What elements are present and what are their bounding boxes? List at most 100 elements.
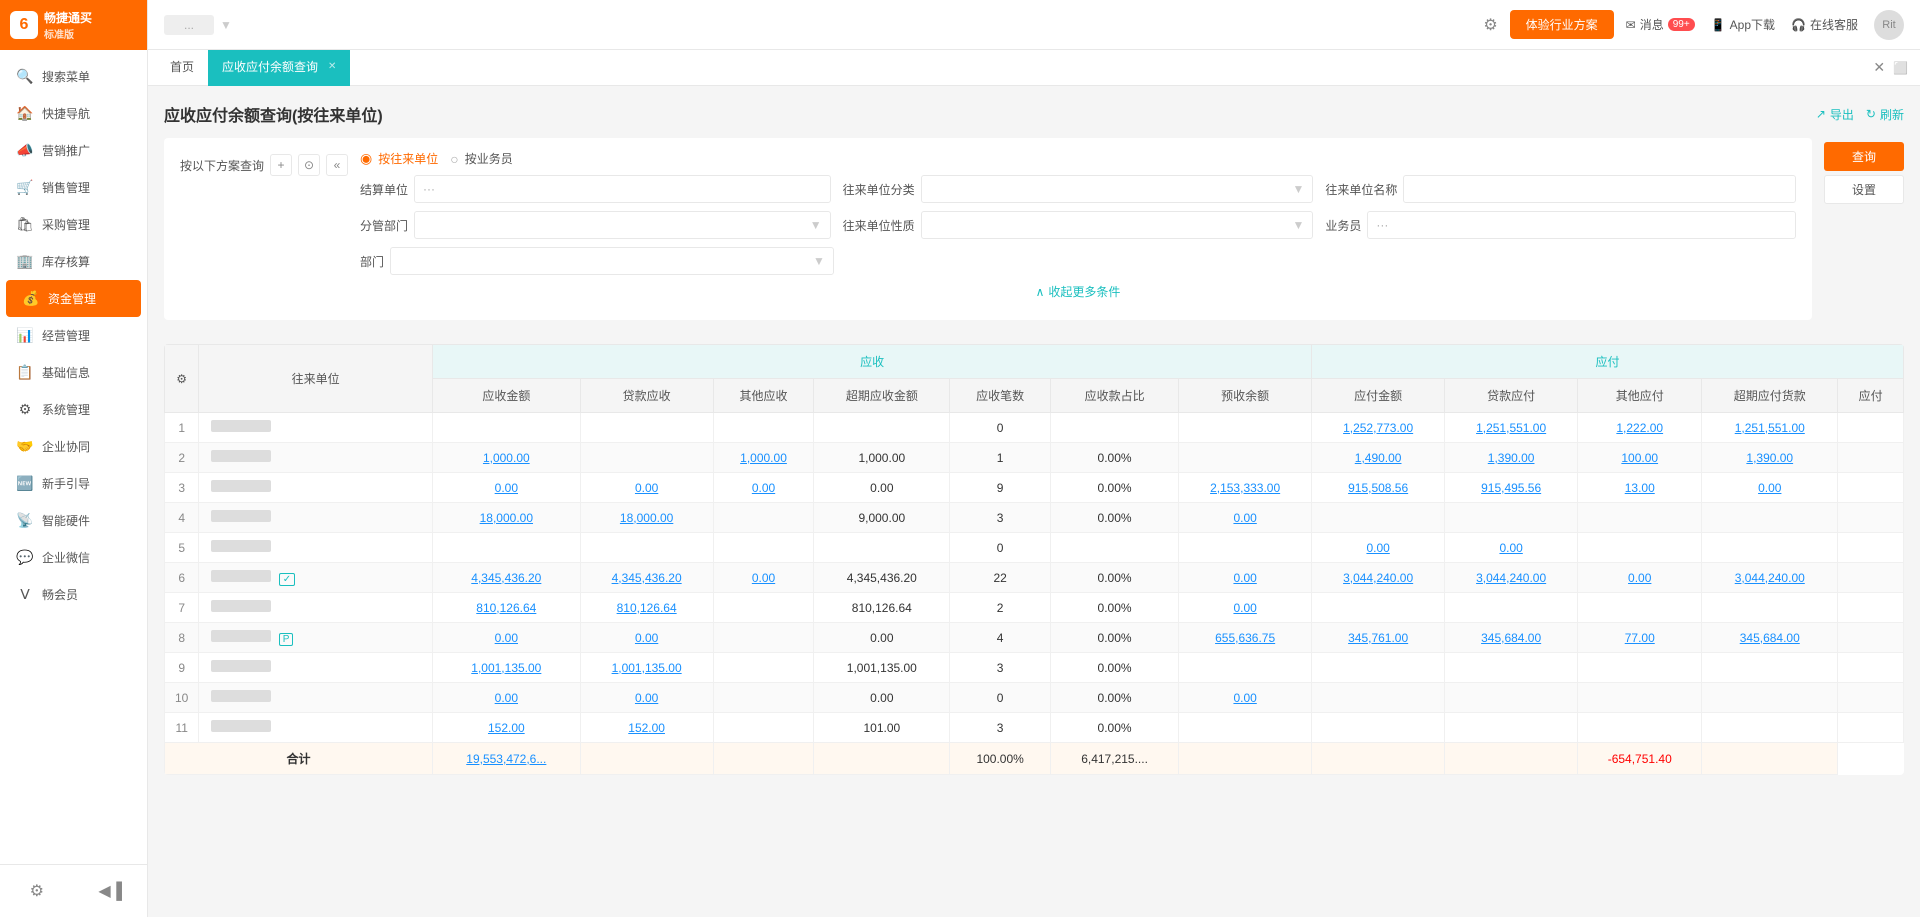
partner-category-input[interactable]: ▼ xyxy=(921,175,1314,203)
th-pay-amount[interactable]: 应付金额 xyxy=(1312,379,1445,413)
filter-option-partner[interactable]: ◉ 按往来单位 xyxy=(360,150,438,167)
rec-amount[interactable]: 4,345,436.20 xyxy=(433,563,581,593)
sidebar-item-inventory[interactable]: 🏢 库存核算 xyxy=(0,243,147,280)
pay-other[interactable]: 13.00 xyxy=(1578,473,1702,503)
rec-loan[interactable]: 1,001,135.00 xyxy=(580,653,713,683)
pay-overdue[interactable]: 3,044,240.00 xyxy=(1702,563,1838,593)
pre-balance[interactable]: 2,153,333.00 xyxy=(1179,473,1312,503)
tab-home[interactable]: 首页 xyxy=(156,50,208,86)
pre-balance[interactable]: 0.00 xyxy=(1179,503,1312,533)
pay-amount[interactable]: 1,252,773.00 xyxy=(1312,413,1445,443)
rec-amount[interactable]: 18,000.00 xyxy=(433,503,581,533)
pre-balance[interactable]: 0.00 xyxy=(1179,563,1312,593)
partner-name-input[interactable] xyxy=(1403,175,1796,203)
salesman-input[interactable]: ··· xyxy=(1367,211,1796,239)
pay-other[interactable]: 77.00 xyxy=(1578,623,1702,653)
th-rec-overdue[interactable]: 超期应收金额 xyxy=(814,379,950,413)
tab-receivables-payables[interactable]: 应收应付余额查询 ✕ xyxy=(208,50,350,86)
collapse-more-btn[interactable]: ∧ 收起更多条件 xyxy=(360,283,1796,300)
rec-loan[interactable]: 0.00 xyxy=(580,683,713,713)
th-pay-other[interactable]: 其他应付 xyxy=(1578,379,1702,413)
sidebar-settings-btn[interactable]: ⚙ xyxy=(19,873,55,909)
online-service-btn[interactable]: 🎧 在线客服 xyxy=(1791,16,1858,33)
pay-loan[interactable]: 3,044,240.00 xyxy=(1445,563,1578,593)
pay-amount[interactable]: 3,044,240.00 xyxy=(1312,563,1445,593)
rec-other[interactable]: 0.00 xyxy=(713,563,814,593)
th-rec-loan[interactable]: 贷款应收 xyxy=(580,379,713,413)
pre-balance[interactable]: 0.00 xyxy=(1179,683,1312,713)
query-btn[interactable]: 查询 xyxy=(1824,142,1904,171)
filter-option-salesman[interactable]: ○ 按业务员 xyxy=(450,150,512,167)
pay-overdue[interactable]: 1,251,551.00 xyxy=(1702,413,1838,443)
pay-loan[interactable]: 915,495.56 xyxy=(1445,473,1578,503)
sidebar-item-finance[interactable]: 💰 资金管理 xyxy=(6,280,141,317)
export-btn[interactable]: ↗ 导出 xyxy=(1816,106,1854,123)
th-pre-balance[interactable]: 预收余额 xyxy=(1179,379,1312,413)
th-pay-loan[interactable]: 贷款应付 xyxy=(1445,379,1578,413)
app-download-btn[interactable]: 📱 App下载 xyxy=(1711,16,1775,33)
filter-add-btn[interactable]: + xyxy=(270,154,292,176)
dept-input[interactable]: ▼ xyxy=(414,211,831,239)
messages-btn[interactable]: ✉ 消息 99+ xyxy=(1626,16,1695,33)
department-input[interactable]: ▼ xyxy=(390,247,834,275)
sidebar-item-guide[interactable]: 🆕 新手引导 xyxy=(0,465,147,502)
window-expand-btn[interactable]: ⬜ xyxy=(1893,61,1908,75)
rec-amount[interactable]: 1,001,135.00 xyxy=(433,653,581,683)
rec-loan[interactable]: 0.00 xyxy=(580,623,713,653)
filter-collapse-btn[interactable]: « xyxy=(326,154,348,176)
sidebar-item-member[interactable]: Ⅴ 畅会员 xyxy=(0,576,147,613)
pre-balance[interactable]: 0.00 xyxy=(1179,593,1312,623)
rec-amount[interactable]: 0.00 xyxy=(433,473,581,503)
sidebar-item-system[interactable]: ⚙ 系统管理 xyxy=(0,391,147,428)
rec-loan[interactable]: 152.00 xyxy=(580,713,713,743)
window-close-btn[interactable]: ✕ xyxy=(1873,59,1885,76)
rec-other[interactable]: 0.00 xyxy=(713,473,814,503)
pre-balance[interactable]: 655,636.75 xyxy=(1179,623,1312,653)
sidebar-item-purchase[interactable]: 🛍 采购管理 xyxy=(0,206,147,243)
industry-solution-btn[interactable]: 体验行业方案 xyxy=(1510,10,1614,39)
rec-amount[interactable]: 810,126.64 xyxy=(433,593,581,623)
topbar-settings-icon[interactable]: ⚙ xyxy=(1483,15,1497,35)
th-pay-extra[interactable]: 应付 xyxy=(1838,379,1904,413)
pay-loan[interactable]: 0.00 xyxy=(1445,533,1578,563)
col-settings-icon[interactable]: ⚙ xyxy=(176,372,187,386)
sidebar-item-corp[interactable]: 🤝 企业协同 xyxy=(0,428,147,465)
sidebar-collapse-btn[interactable]: ◀▐ xyxy=(92,873,128,909)
rec-amount[interactable]: 152.00 xyxy=(433,713,581,743)
pay-loan[interactable]: 1,251,551.00 xyxy=(1445,413,1578,443)
pay-other[interactable]: 1,222.00 xyxy=(1578,413,1702,443)
filter-config-btn[interactable]: ⊙ xyxy=(298,154,320,176)
th-rec-other[interactable]: 其他应收 xyxy=(713,379,814,413)
refresh-btn[interactable]: ↻ 刷新 xyxy=(1866,106,1904,123)
rec-loan[interactable]: 4,345,436.20 xyxy=(580,563,713,593)
settlement-unit-input[interactable]: ··· xyxy=(414,175,831,203)
pay-other[interactable]: 0.00 xyxy=(1578,563,1702,593)
th-rec-amount[interactable]: 应收金额 xyxy=(433,379,581,413)
rec-loan[interactable]: 0.00 xyxy=(580,473,713,503)
tab-close-icon[interactable]: ✕ xyxy=(328,61,336,72)
th-pay-overdue[interactable]: 超期应付货款 xyxy=(1702,379,1838,413)
sidebar-item-operation[interactable]: 📊 经营管理 xyxy=(0,317,147,354)
rec-amount[interactable]: 0.00 xyxy=(433,623,581,653)
rec-loan[interactable]: 18,000.00 xyxy=(580,503,713,533)
pay-amount[interactable]: 1,490.00 xyxy=(1312,443,1445,473)
th-rec-count[interactable]: 应收笔数 xyxy=(950,379,1051,413)
sidebar-item-quicknav[interactable]: 🏠 快捷导航 xyxy=(0,95,147,132)
rec-loan[interactable]: 810,126.64 xyxy=(580,593,713,623)
pay-overdue[interactable]: 1,390.00 xyxy=(1702,443,1838,473)
sidebar-item-marketing[interactable]: 📣 营销推广 xyxy=(0,132,147,169)
pay-overdue[interactable]: 0.00 xyxy=(1702,473,1838,503)
sidebar-item-hardware[interactable]: 📡 智能硬件 xyxy=(0,502,147,539)
rec-amount[interactable]: 1,000.00 xyxy=(433,443,581,473)
sidebar-item-basic[interactable]: 📋 基础信息 xyxy=(0,354,147,391)
th-rec-pct[interactable]: 应收款占比 xyxy=(1051,379,1179,413)
pay-amount[interactable]: 0.00 xyxy=(1312,533,1445,563)
sidebar-item-sales[interactable]: 🛒 销售管理 xyxy=(0,169,147,206)
sidebar-item-wechat[interactable]: 💬 企业微信 xyxy=(0,539,147,576)
rec-amount[interactable]: 0.00 xyxy=(433,683,581,713)
partner-nature-input[interactable]: ▼ xyxy=(921,211,1314,239)
pay-amount[interactable]: 915,508.56 xyxy=(1312,473,1445,503)
pay-loan[interactable]: 345,684.00 xyxy=(1445,623,1578,653)
pay-overdue[interactable]: 345,684.00 xyxy=(1702,623,1838,653)
pay-loan[interactable]: 1,390.00 xyxy=(1445,443,1578,473)
